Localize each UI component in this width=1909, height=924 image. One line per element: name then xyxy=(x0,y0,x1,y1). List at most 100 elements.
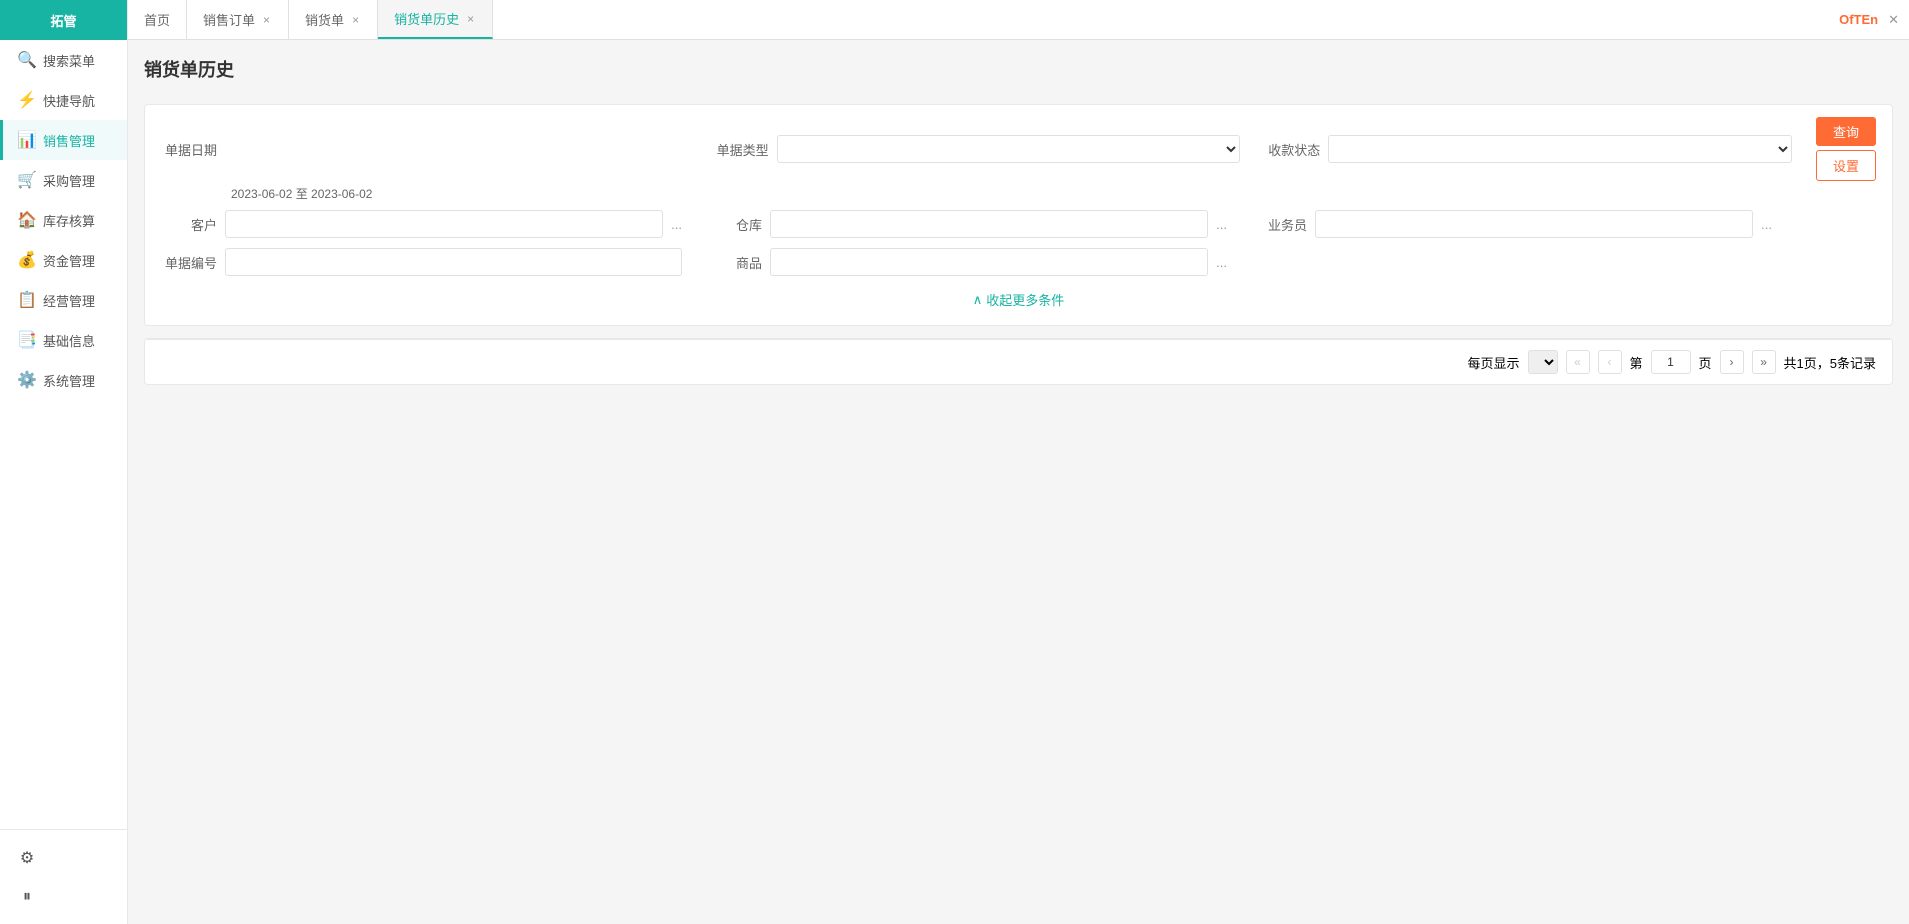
warehouse-dots[interactable]: ... xyxy=(1216,217,1227,232)
customer-dots[interactable]: ... xyxy=(671,217,682,232)
sidebar-label-search-menu: 搜索菜单 xyxy=(43,51,95,70)
search-menu-icon: 🔍 xyxy=(17,50,37,70)
filter-row-2: 客户 ... 仓库 ... 业务员 ... xyxy=(161,210,1876,238)
sidebar-item-bottom-2[interactable]: ⏸ xyxy=(0,878,127,916)
inventory-icon: 🏠 xyxy=(17,210,37,230)
sidebar-logo: 拓管 xyxy=(0,0,127,40)
sidebar-item-sys-mgmt[interactable]: ⚙️ 系统管理 xyxy=(0,360,127,400)
sidebar-bottom: ⚙ ⏸ xyxy=(0,829,127,924)
payment-status-select[interactable] xyxy=(1328,135,1792,163)
page-number-input[interactable] xyxy=(1651,350,1691,374)
sidebar-item-purchase-mgmt[interactable]: 🛒 采购管理 xyxy=(0,160,127,200)
tab-home[interactable]: 首页 xyxy=(128,0,187,39)
salesperson-label: 业务员 xyxy=(1251,215,1307,234)
collapse-btn[interactable]: ∧ 收起更多条件 xyxy=(161,286,1876,313)
sidebar-label-purchase-mgmt: 采购管理 xyxy=(43,171,95,190)
sidebar-label-sales-mgmt: 销售管理 xyxy=(43,131,95,150)
top-nav-right: OfTEn ✕ xyxy=(1839,0,1909,39)
sidebar-item-operations[interactable]: 📋 经营管理 xyxy=(0,280,127,320)
sidebar-label-inventory: 库存核算 xyxy=(43,211,95,230)
date-range-text: 2023-06-02 至 2023-06-02 xyxy=(231,187,372,201)
sidebar-item-search-menu[interactable]: 🔍 搜索菜单 xyxy=(0,40,127,80)
page-size-select[interactable] xyxy=(1528,350,1558,374)
pause-icon: ⏸ xyxy=(17,888,37,906)
warehouse-label: 仓库 xyxy=(706,215,762,234)
finance-icon: 💰 xyxy=(17,250,37,270)
tab-close-sales-history[interactable]: × xyxy=(465,10,476,28)
sales-mgmt-icon: 📊 xyxy=(17,130,37,150)
pagination: 每页显示 « ‹ 第 页 › » 共1页，5条记录 xyxy=(145,339,1892,384)
quick-nav-icon: ⚡ xyxy=(17,90,37,110)
sidebar-item-bottom-1[interactable]: ⚙ xyxy=(0,838,127,878)
date-label: 单据日期 xyxy=(161,140,217,159)
filter-goods: 商品 ... xyxy=(706,248,1227,276)
salesperson-dots[interactable]: ... xyxy=(1761,217,1772,232)
tab-close-sales-order[interactable]: × xyxy=(261,11,272,29)
page-label: 第 xyxy=(1630,353,1643,372)
sidebar-label-operations: 经营管理 xyxy=(43,291,95,310)
filter-customer: 客户 ... xyxy=(161,210,682,238)
settings-bottom-icon: ⚙ xyxy=(17,848,37,868)
filter-date: 单据日期 xyxy=(161,140,689,159)
last-page-btn[interactable]: » xyxy=(1752,350,1776,374)
prev-page-btn[interactable]: ‹ xyxy=(1598,350,1622,374)
settings-button[interactable]: 设置 xyxy=(1816,150,1876,181)
goods-input[interactable] xyxy=(770,248,1208,276)
sidebar-item-finance[interactable]: 💰 资金管理 xyxy=(0,240,127,280)
close-window-btn[interactable]: ✕ xyxy=(1888,12,1899,28)
filter-salesperson: 业务员 ... xyxy=(1251,210,1772,238)
payment-status-label: 收款状态 xyxy=(1264,140,1320,159)
total-records: 共1页，5条记录 xyxy=(1784,353,1876,372)
sidebar-label-basic-info: 基础信息 xyxy=(43,331,95,350)
first-page-btn[interactable]: « xyxy=(1566,350,1590,374)
filter-warehouse: 仓库 ... xyxy=(706,210,1227,238)
sidebar-item-basic-info[interactable]: 📑 基础信息 xyxy=(0,320,127,360)
main-area: 首页销售订单 × 销货单 × 销货单历史 × OfTEn ✕ 销货单历史 单据日期 单据类… xyxy=(128,0,1909,924)
sidebar-label-quick-nav: 快捷导航 xyxy=(43,91,95,110)
filter-row-1: 单据日期 单据类型 收款状态 查询 设置 xyxy=(161,117,1876,181)
purchase-mgmt-icon: 🛒 xyxy=(17,170,37,190)
salesperson-input[interactable] xyxy=(1315,210,1753,238)
tab-bar: 首页销售订单 × 销货单 × 销货单历史 × OfTEn ✕ xyxy=(128,0,1909,40)
warehouse-input[interactable] xyxy=(770,210,1208,238)
operations-icon: 📋 xyxy=(17,290,37,310)
sidebar-item-quick-nav[interactable]: ⚡ 快捷导航 xyxy=(0,80,127,120)
customer-input[interactable] xyxy=(225,210,663,238)
goods-dots[interactable]: ... xyxy=(1216,255,1227,270)
filter-row-3: 单据编号 商品 ... xyxy=(161,248,1876,276)
collapse-label: 收起更多条件 xyxy=(986,290,1064,309)
filter-doc-no: 单据编号 xyxy=(161,248,682,276)
content-area: 销货单历史 单据日期 单据类型 收款状态 xyxy=(128,40,1909,924)
tab-sales-delivery[interactable]: 销货单 × xyxy=(289,0,378,39)
tab-close-sales-delivery[interactable]: × xyxy=(350,11,361,29)
query-button[interactable]: 查询 xyxy=(1816,117,1876,146)
basic-info-icon: 📑 xyxy=(17,330,37,350)
collapse-icon: ∧ xyxy=(973,292,983,308)
tab-sales-history[interactable]: 销货单历史 × xyxy=(378,0,493,39)
data-table-container: 每页显示 « ‹ 第 页 › » 共1页，5条记录 xyxy=(144,338,1893,385)
sidebar-item-sales-mgmt[interactable]: 📊 销售管理 xyxy=(0,120,127,160)
next-page-btn[interactable]: › xyxy=(1720,350,1744,374)
tab-label-sales-order: 销售订单 xyxy=(203,10,255,29)
filter-panel: 单据日期 单据类型 收款状态 查询 设置 xyxy=(144,104,1893,326)
doc-no-input[interactable] xyxy=(225,248,682,276)
customer-label: 客户 xyxy=(161,215,217,234)
sidebar-item-inventory[interactable]: 🏠 库存核算 xyxy=(0,200,127,240)
page-unit: 页 xyxy=(1699,353,1712,372)
tab-label-sales-delivery: 销货单 xyxy=(305,10,344,29)
page-title: 销货单历史 xyxy=(144,56,234,82)
sidebar-label-finance: 资金管理 xyxy=(43,251,95,270)
doc-type-select[interactable] xyxy=(777,135,1241,163)
sys-mgmt-icon: ⚙️ xyxy=(17,370,37,390)
sidebar: 拓管 🔍 搜索菜单 ⚡ 快捷导航 📊 销售管理 🛒 采购管理 🏠 库存核算 💰 资金管理 📋 经营管理 📑 基… xyxy=(0,0,128,924)
filter-payment-status: 收款状态 xyxy=(1264,135,1792,163)
filter-doc-type: 单据类型 xyxy=(713,135,1241,163)
tab-label-sales-history: 销货单历史 xyxy=(394,9,459,28)
header-area: 销货单历史 xyxy=(144,56,1893,94)
goods-label: 商品 xyxy=(706,253,762,272)
app-title-top: OfTEn xyxy=(1839,12,1878,27)
sidebar-label-sys-mgmt: 系统管理 xyxy=(43,371,95,390)
doc-type-label: 单据类型 xyxy=(713,140,769,159)
page-size-label: 每页显示 xyxy=(1467,353,1519,372)
tab-sales-order[interactable]: 销售订单 × xyxy=(187,0,289,39)
